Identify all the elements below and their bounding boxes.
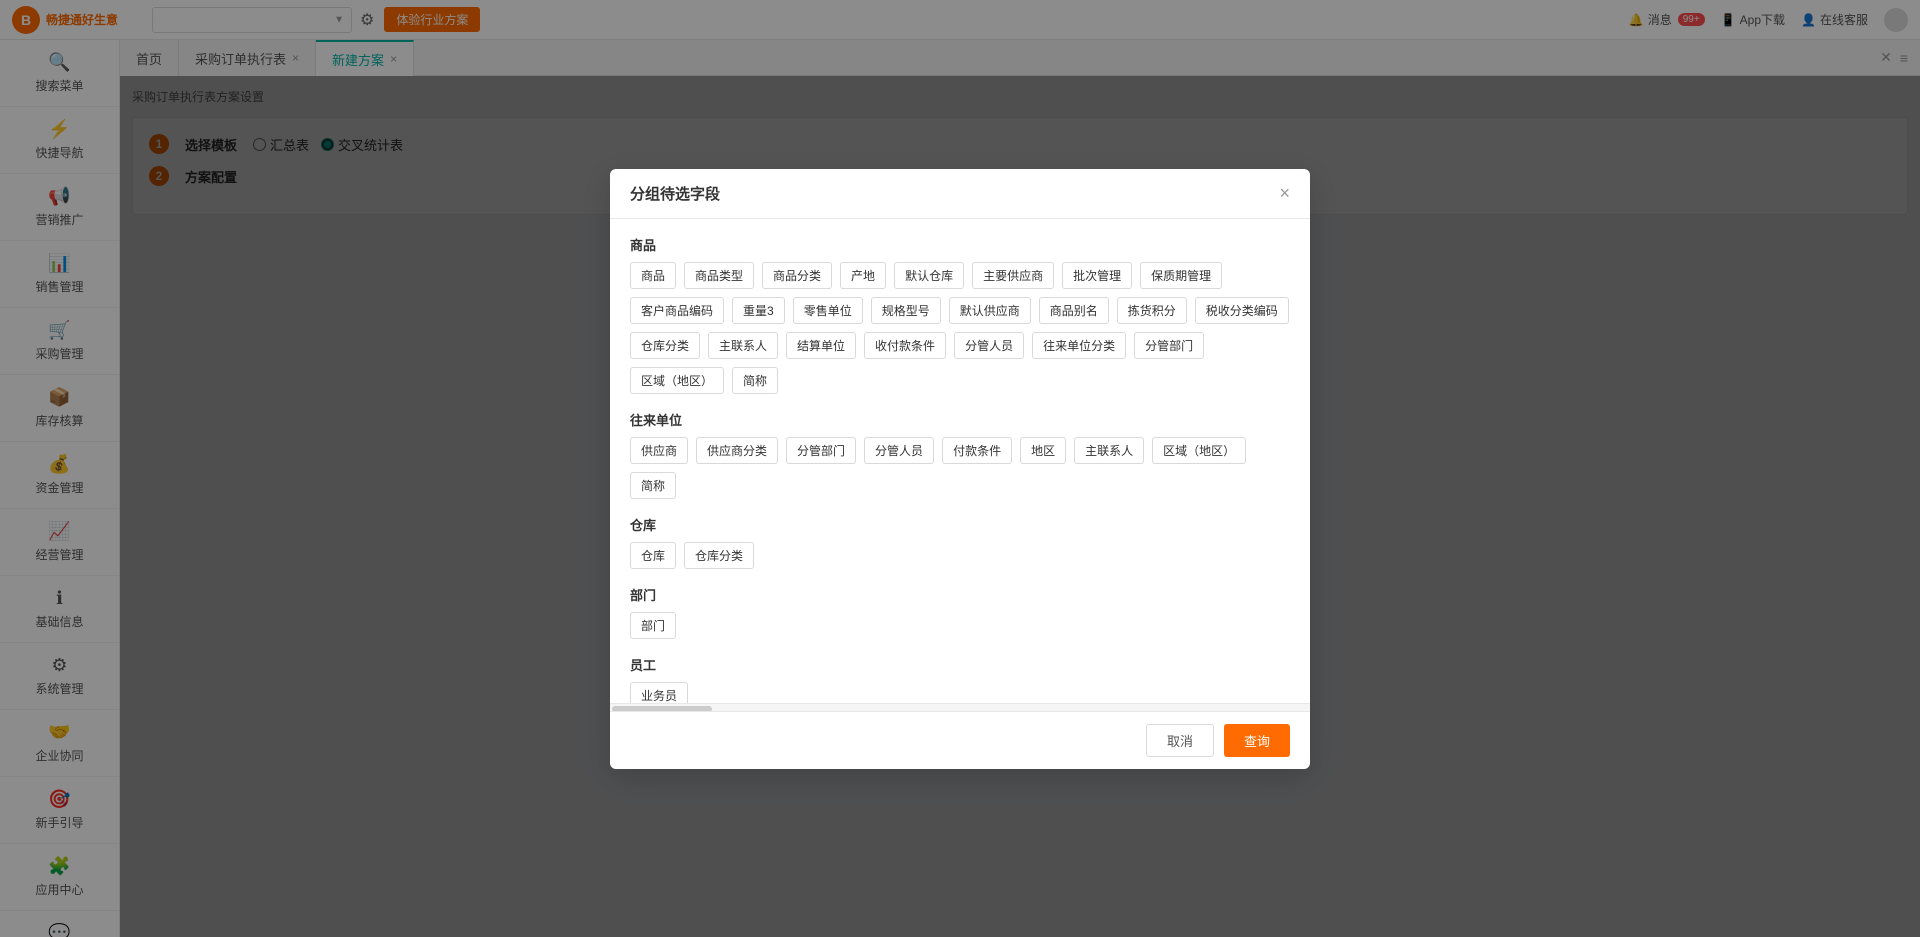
field-tag-0-3[interactable]: 产地 bbox=[840, 262, 886, 289]
modal-body: 商品商品商品类型商品分类产地默认仓库主要供应商批次管理保质期管理客户商品编码重量… bbox=[610, 219, 1310, 703]
modal-title: 分组待选字段 bbox=[630, 183, 720, 204]
field-tag-2-0[interactable]: 仓库 bbox=[630, 542, 676, 569]
field-tag-1-5[interactable]: 地区 bbox=[1020, 437, 1066, 464]
modal-hscroll-thumb bbox=[612, 706, 712, 711]
field-tag-0-8[interactable]: 客户商品编码 bbox=[630, 297, 724, 324]
modal-hscroll[interactable] bbox=[610, 703, 1310, 711]
field-tag-0-7[interactable]: 保质期管理 bbox=[1140, 262, 1222, 289]
field-tag-4-0[interactable]: 业务员 bbox=[630, 682, 688, 703]
field-tag-0-24[interactable]: 简称 bbox=[732, 367, 778, 394]
field-tag-0-16[interactable]: 仓库分类 bbox=[630, 332, 700, 359]
cancel-button[interactable]: 取消 bbox=[1146, 724, 1214, 757]
field-tag-0-20[interactable]: 分管人员 bbox=[954, 332, 1024, 359]
field-section-3: 部门部门 bbox=[630, 585, 1290, 639]
field-tag-0-1[interactable]: 商品类型 bbox=[684, 262, 754, 289]
field-tag-0-22[interactable]: 分管部门 bbox=[1134, 332, 1204, 359]
field-tag-0-14[interactable]: 拣货积分 bbox=[1117, 297, 1187, 324]
field-tags-2: 仓库仓库分类 bbox=[630, 542, 1290, 569]
field-tag-0-2[interactable]: 商品分类 bbox=[762, 262, 832, 289]
modal-header: 分组待选字段 × bbox=[610, 169, 1310, 219]
field-tag-1-1[interactable]: 供应商分类 bbox=[696, 437, 778, 464]
field-tag-1-8[interactable]: 简称 bbox=[630, 472, 676, 499]
field-tag-0-13[interactable]: 商品别名 bbox=[1039, 297, 1109, 324]
field-tag-1-0[interactable]: 供应商 bbox=[630, 437, 688, 464]
modal-close-button[interactable]: × bbox=[1279, 183, 1290, 204]
field-tag-0-11[interactable]: 规格型号 bbox=[871, 297, 941, 324]
field-tag-0-4[interactable]: 默认仓库 bbox=[894, 262, 964, 289]
section-title-4: 员工 bbox=[630, 655, 1290, 674]
field-tag-0-21[interactable]: 往来单位分类 bbox=[1032, 332, 1126, 359]
field-tag-1-4[interactable]: 付款条件 bbox=[942, 437, 1012, 464]
field-tag-0-5[interactable]: 主要供应商 bbox=[972, 262, 1054, 289]
field-tag-1-7[interactable]: 区域（地区） bbox=[1152, 437, 1246, 464]
modal-overlay: 分组待选字段 × 商品商品商品类型商品分类产地默认仓库主要供应商批次管理保质期管… bbox=[0, 0, 1920, 937]
modal: 分组待选字段 × 商品商品商品类型商品分类产地默认仓库主要供应商批次管理保质期管… bbox=[610, 169, 1310, 769]
field-tag-0-0[interactable]: 商品 bbox=[630, 262, 676, 289]
confirm-button[interactable]: 查询 bbox=[1224, 724, 1290, 757]
modal-footer: 取消 查询 bbox=[610, 711, 1310, 769]
field-tag-3-0[interactable]: 部门 bbox=[630, 612, 676, 639]
field-section-1: 往来单位供应商供应商分类分管部门分管人员付款条件地区主联系人区域（地区） 简称 bbox=[630, 410, 1290, 499]
field-tag-0-15[interactable]: 税收分类编码 bbox=[1195, 297, 1289, 324]
field-tags-3: 部门 bbox=[630, 612, 1290, 639]
section-title-1: 往来单位 bbox=[630, 410, 1290, 429]
field-tags-4: 业务员 bbox=[630, 682, 1290, 703]
field-section-0: 商品商品商品类型商品分类产地默认仓库主要供应商批次管理保质期管理客户商品编码重量… bbox=[630, 235, 1290, 394]
field-tag-0-17[interactable]: 主联系人 bbox=[708, 332, 778, 359]
field-tag-0-6[interactable]: 批次管理 bbox=[1062, 262, 1132, 289]
field-tags-0: 商品商品类型商品分类产地默认仓库主要供应商批次管理保质期管理客户商品编码重量3 零… bbox=[630, 262, 1290, 394]
field-tag-0-9[interactable]: 重量3 bbox=[732, 297, 785, 324]
field-tag-1-6[interactable]: 主联系人 bbox=[1074, 437, 1144, 464]
field-tag-1-2[interactable]: 分管部门 bbox=[786, 437, 856, 464]
field-tag-2-1[interactable]: 仓库分类 bbox=[684, 542, 754, 569]
section-title-3: 部门 bbox=[630, 585, 1290, 604]
field-tag-1-3[interactable]: 分管人员 bbox=[864, 437, 934, 464]
field-tag-0-10[interactable]: 零售单位 bbox=[793, 297, 863, 324]
field-tag-0-12[interactable]: 默认供应商 bbox=[949, 297, 1031, 324]
field-section-4: 员工业务员 bbox=[630, 655, 1290, 703]
field-tags-1: 供应商供应商分类分管部门分管人员付款条件地区主联系人区域（地区） 简称 bbox=[630, 437, 1290, 499]
section-title-2: 仓库 bbox=[630, 515, 1290, 534]
field-tag-0-23[interactable]: 区域（地区） bbox=[630, 367, 724, 394]
section-title-0: 商品 bbox=[630, 235, 1290, 254]
field-tag-0-19[interactable]: 收付款条件 bbox=[864, 332, 946, 359]
field-tag-0-18[interactable]: 结算单位 bbox=[786, 332, 856, 359]
field-section-2: 仓库仓库仓库分类 bbox=[630, 515, 1290, 569]
